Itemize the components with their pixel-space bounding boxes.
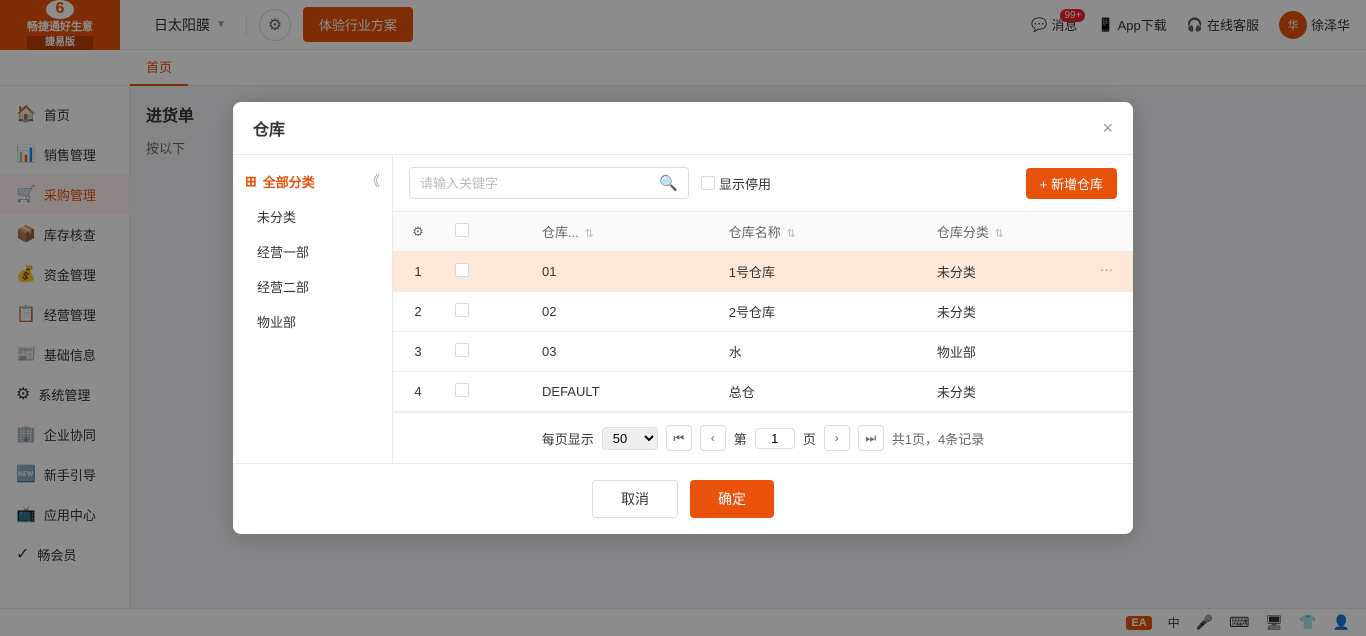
row1-cat: 未分类 ··· <box>925 252 1133 292</box>
cancel-btn[interactable]: 取消 <box>592 480 678 518</box>
confirm-btn[interactable]: 确定 <box>690 480 774 518</box>
row2-code: 02 <box>530 292 717 332</box>
pagination-bar: 每页显示 50 10 20 100 ⏮ ‹ 第 页 › <box>393 412 1133 463</box>
page-number-input[interactable] <box>755 428 795 449</box>
table-row[interactable]: 3 03 水 物业部 <box>393 332 1133 372</box>
cat-item-ops1[interactable]: 经营一部 <box>233 234 392 269</box>
row4-cat: 未分类 <box>925 372 1133 412</box>
row2-checkbox[interactable] <box>443 292 530 332</box>
row1-action-dots[interactable]: ··· <box>1100 262 1113 277</box>
overlay: 仓库 × ⊞ 全部分类 《 未分类 经营一部 <box>0 0 1366 636</box>
select-all-checkbox[interactable] <box>455 223 469 237</box>
row3-name: 水 <box>717 332 925 372</box>
page-label: 第 <box>734 429 747 448</box>
warehouse-table-wrap: ⚙ 仓库... ⇅ 仓库名称 <box>393 212 1133 412</box>
row3-code: 03 <box>530 332 717 372</box>
row3-checkbox[interactable] <box>443 332 530 372</box>
row1-checkbox[interactable] <box>443 252 530 292</box>
row1-num: 1 <box>393 252 443 292</box>
col-code[interactable]: 仓库... ⇅ <box>530 212 717 252</box>
page-last-btn[interactable]: ⏭ <box>858 425 884 451</box>
modal-search-bar: 🔍 显示停用 + 新增仓库 <box>393 155 1133 212</box>
cat-all-label[interactable]: ⊞ 全部分类 <box>245 172 315 191</box>
search-button[interactable]: 🔍 <box>649 168 688 198</box>
col-settings[interactable]: ⚙ <box>393 212 443 252</box>
row2-name: 2号仓库 <box>717 292 925 332</box>
col-category[interactable]: 仓库分类 ⇅ <box>925 212 1133 252</box>
row1-code: 01 <box>530 252 717 292</box>
modal-main-panel: 🔍 显示停用 + 新增仓库 ⚙ <box>393 155 1133 463</box>
sort-icon-code: ⇅ <box>584 228 593 240</box>
page-prev-btn[interactable]: ‹ <box>700 425 726 451</box>
col-name[interactable]: 仓库名称 ⇅ <box>717 212 925 252</box>
page-size-dropdown[interactable]: 50 10 20 100 <box>602 427 658 450</box>
row2-num: 2 <box>393 292 443 332</box>
category-sidebar: ⊞ 全部分类 《 未分类 经营一部 经营二部 物业部 <box>233 155 393 463</box>
sort-icon-cat: ⇅ <box>995 228 1004 240</box>
row1-name: 1号仓库 <box>717 252 925 292</box>
show-disabled-label[interactable]: 显示停用 <box>701 174 771 193</box>
modal-header: 仓库 × <box>233 102 1133 155</box>
show-disabled-checkbox[interactable] <box>701 176 715 190</box>
cat-item-ops2[interactable]: 经营二部 <box>233 269 392 304</box>
search-input-wrap: 🔍 <box>409 167 689 199</box>
page-first-btn[interactable]: ⏮ <box>666 425 692 451</box>
modal-title: 仓库 <box>253 116 285 140</box>
cat-header: ⊞ 全部分类 《 <box>233 163 392 199</box>
warehouse-table: ⚙ 仓库... ⇅ 仓库名称 <box>393 212 1133 412</box>
row4-code: DEFAULT <box>530 372 717 412</box>
table-row[interactable]: 1 01 1号仓库 未分类 ··· <box>393 252 1133 292</box>
row2-cat: 未分类 <box>925 292 1133 332</box>
table-row[interactable]: 4 DEFAULT 总仓 未分类 <box>393 372 1133 412</box>
row4-checkbox[interactable] <box>443 372 530 412</box>
modal-body: ⊞ 全部分类 《 未分类 经营一部 经营二部 物业部 <box>233 155 1133 463</box>
col-checkbox[interactable] <box>443 212 530 252</box>
table-body: 1 01 1号仓库 未分类 ··· 2 <box>393 252 1133 412</box>
row3-num: 3 <box>393 332 443 372</box>
row4-name: 总仓 <box>717 372 925 412</box>
table-row[interactable]: 2 02 2号仓库 未分类 <box>393 292 1133 332</box>
row4-num: 4 <box>393 372 443 412</box>
cat-item-uncat[interactable]: 未分类 <box>233 199 392 234</box>
page-size-select: 50 10 20 100 <box>602 427 658 450</box>
warehouse-modal: 仓库 × ⊞ 全部分类 《 未分类 经营一部 <box>233 102 1133 534</box>
page-unit: 页 <box>803 429 816 448</box>
grid-icon: ⊞ <box>245 173 257 190</box>
modal-close-btn[interactable]: × <box>1102 119 1113 137</box>
cat-collapse-icon[interactable]: 《 <box>366 171 380 191</box>
cat-item-property[interactable]: 物业部 <box>233 304 392 339</box>
per-page-label: 每页显示 <box>542 429 594 448</box>
sort-icon-name: ⇅ <box>786 228 795 240</box>
search-input[interactable] <box>410 170 649 197</box>
modal-footer: 取消 确定 <box>233 463 1133 534</box>
row3-cat: 物业部 <box>925 332 1133 372</box>
table-header: ⚙ 仓库... ⇅ 仓库名称 <box>393 212 1133 252</box>
total-info: 共1页，4条记录 <box>892 429 984 448</box>
add-warehouse-btn[interactable]: + 新增仓库 <box>1026 168 1117 199</box>
page-next-btn[interactable]: › <box>824 425 850 451</box>
